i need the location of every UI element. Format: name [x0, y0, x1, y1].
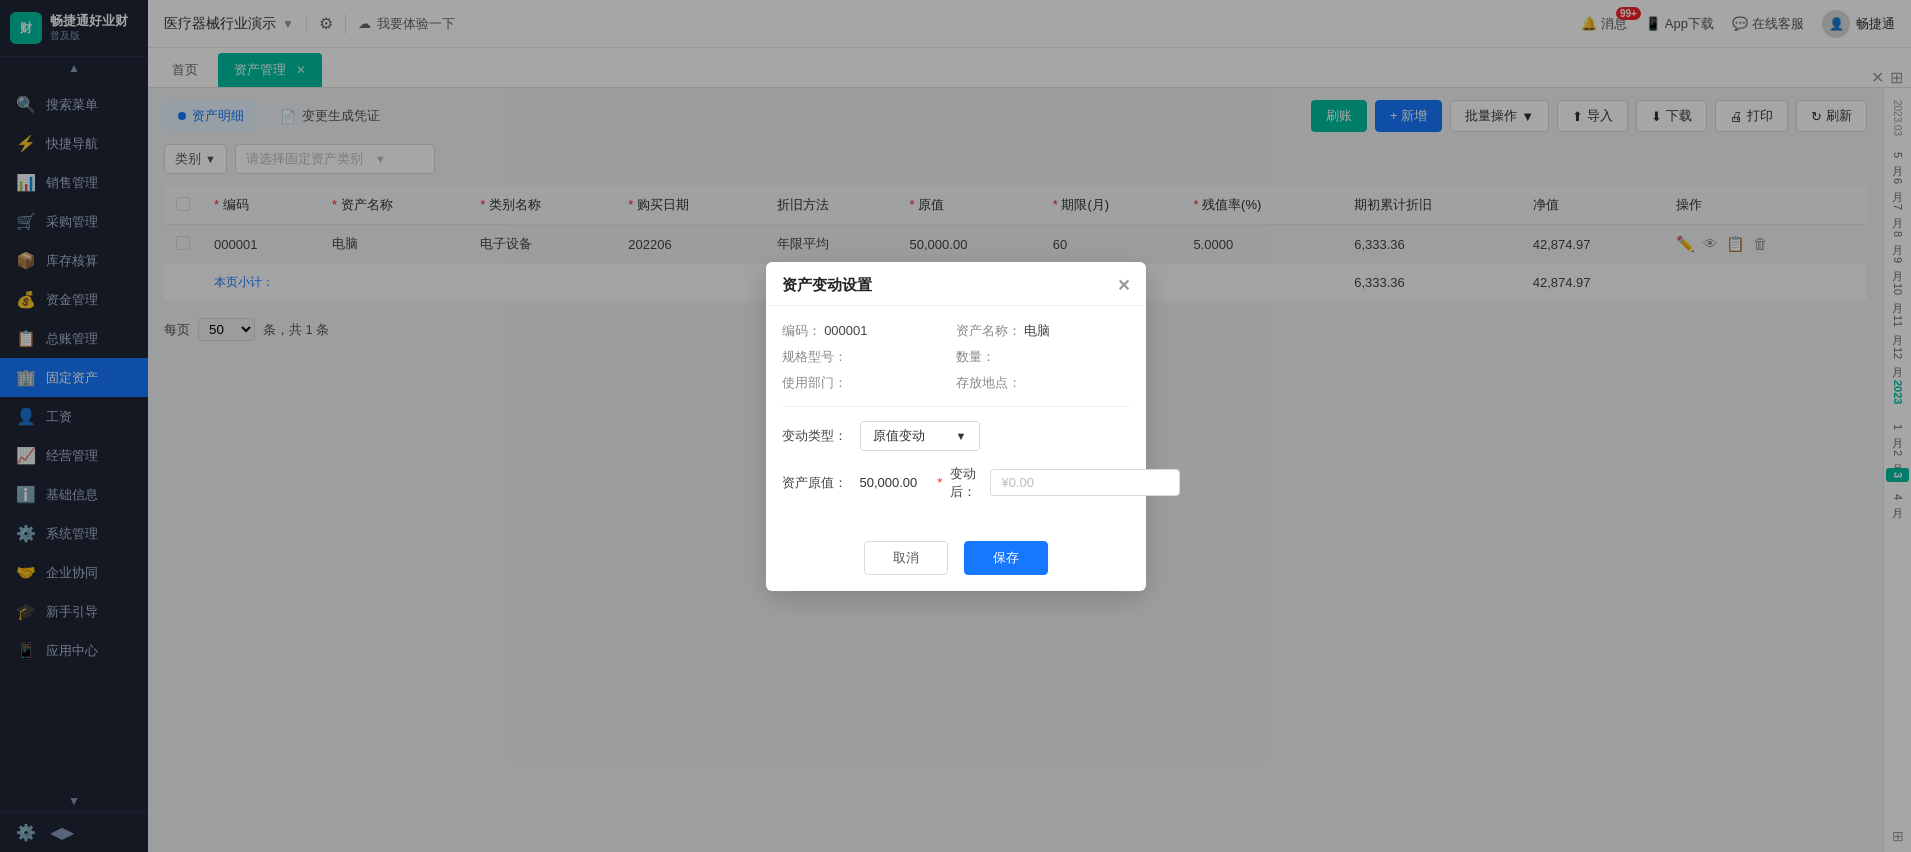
change-type-dropdown-icon: ▼ [956, 430, 967, 442]
location-label: 存放地点： [956, 375, 1021, 390]
after-change-input[interactable] [990, 469, 1180, 496]
dialog-body: 编码： 000001 资产名称： 电脑 规格型号： 数量： 使用部门： [766, 306, 1146, 531]
qty-label: 数量： [956, 349, 995, 364]
dialog-close-icon[interactable]: ✕ [1117, 276, 1130, 295]
cancel-label: 取消 [893, 550, 919, 565]
dialog-title: 资产变动设置 [782, 276, 872, 295]
spec-label: 规格型号： [782, 349, 847, 364]
dialog-header: 资产变动设置 ✕ [766, 262, 1146, 306]
asset-value-row: 资产原值： 50,000.00 * 变动后： [782, 465, 1130, 501]
change-type-value: 原值变动 [873, 427, 925, 445]
save-button[interactable]: 保存 [964, 541, 1048, 575]
code-value: 000001 [824, 323, 867, 338]
dialog-qty-field: 数量： [956, 348, 1130, 366]
original-value-label: 资产原值： [782, 474, 852, 492]
change-type-label: 变动类型： [782, 427, 852, 445]
change-type-row: 变动类型： 原值变动 ▼ [782, 421, 1130, 451]
change-type-select[interactable]: 原值变动 ▼ [860, 421, 980, 451]
asset-name-value: 电脑 [1024, 323, 1050, 338]
dialog-info-grid: 编码： 000001 资产名称： 电脑 规格型号： 数量： 使用部门： [782, 322, 1130, 392]
asset-change-dialog: 资产变动设置 ✕ 编码： 000001 资产名称： 电脑 规格型号： 数量： [766, 262, 1146, 591]
modal-overlay: 资产变动设置 ✕ 编码： 000001 资产名称： 电脑 规格型号： 数量： [0, 0, 1911, 852]
dept-label: 使用部门： [782, 375, 847, 390]
dialog-dept-field: 使用部门： [782, 374, 956, 392]
original-value-display: 50,000.00 [860, 475, 918, 490]
dialog-code-field: 编码： 000001 [782, 322, 956, 340]
asset-name-label: 资产名称： [956, 323, 1021, 338]
dialog-location-field: 存放地点： [956, 374, 1130, 392]
code-label: 编码： [782, 323, 821, 338]
cancel-button[interactable]: 取消 [864, 541, 948, 575]
dialog-footer: 取消 保存 [766, 531, 1146, 591]
dialog-name-field: 资产名称： 电脑 [956, 322, 1130, 340]
required-star: * [937, 475, 942, 490]
dialog-spec-field: 规格型号： [782, 348, 956, 366]
dialog-divider [782, 406, 1130, 407]
after-change-label: 变动后： [950, 465, 976, 501]
save-label: 保存 [993, 550, 1019, 565]
